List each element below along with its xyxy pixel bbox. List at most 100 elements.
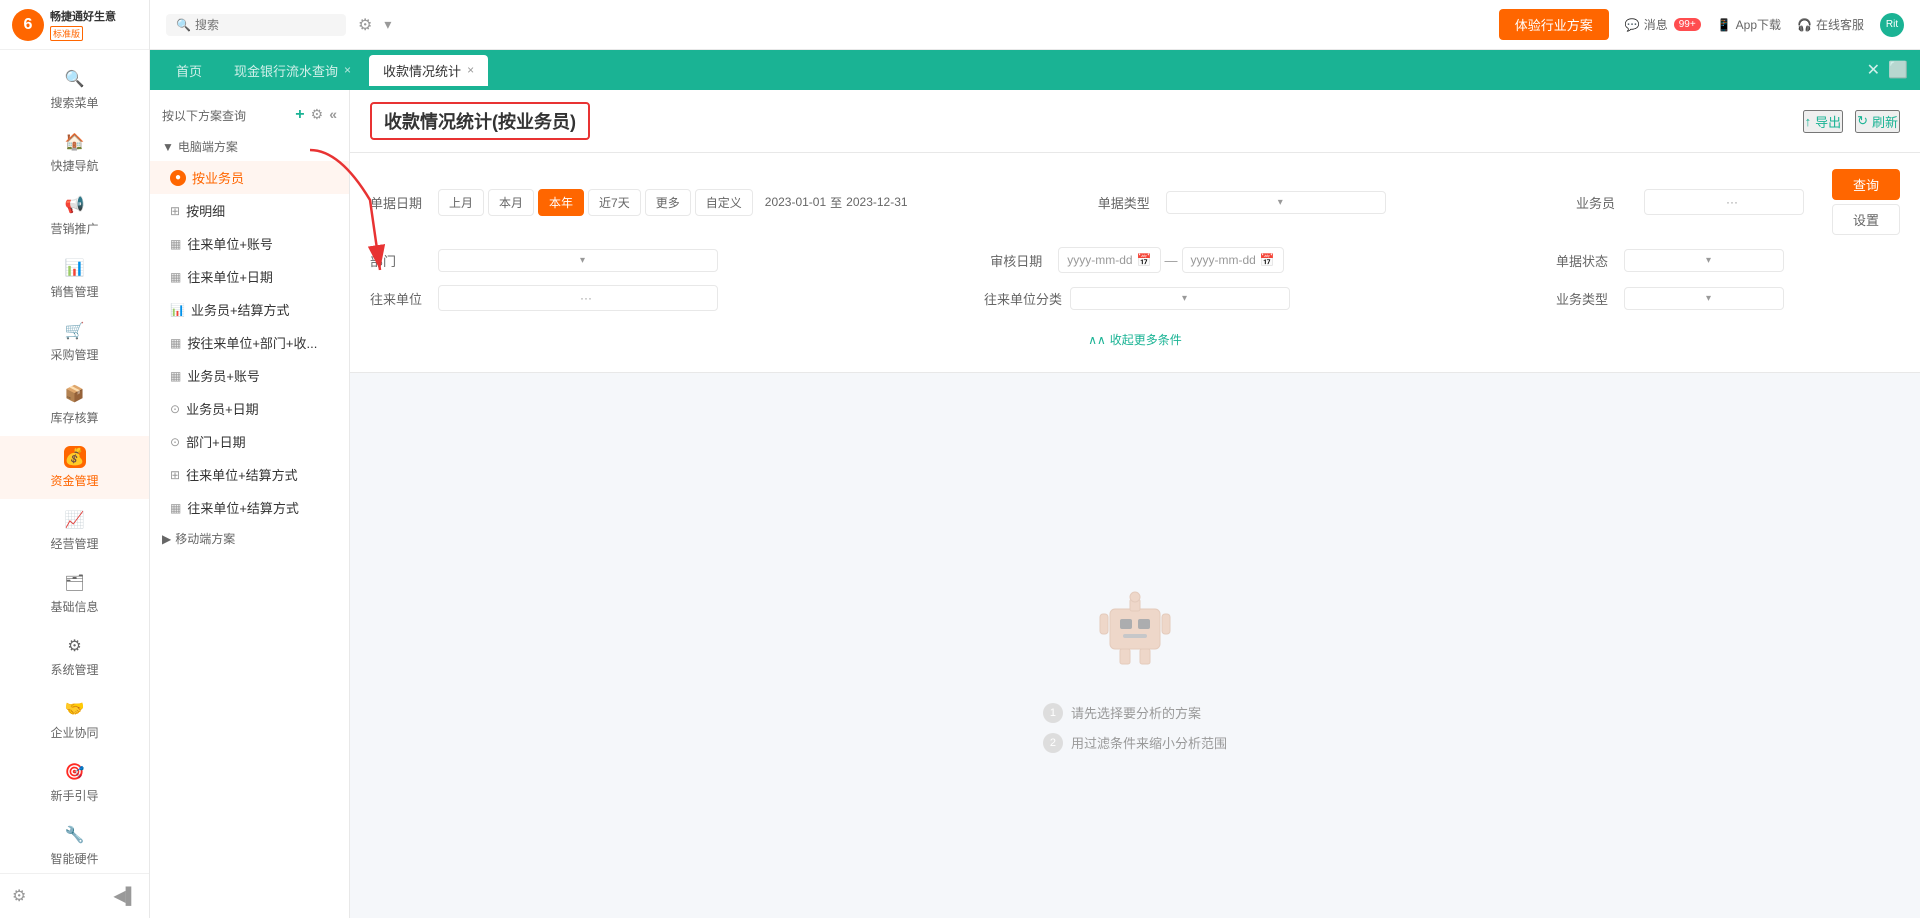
sidebar-item-newguide[interactable]: 🎯 新手引导 bbox=[0, 751, 149, 814]
collapse-icon: ∧∧ bbox=[1088, 333, 1106, 347]
settings-btn[interactable]: 设置 bbox=[1832, 204, 1900, 235]
tree-item-by-detail[interactable]: ⊞ 按明细 bbox=[150, 194, 349, 227]
biz-type-arrow: ▾ bbox=[1706, 293, 1773, 304]
review-start-input[interactable]: yyyy-mm-dd 📅 bbox=[1058, 247, 1160, 273]
date-range-display: 2023-01-01 至 2023-12-31 bbox=[765, 194, 908, 211]
messages-btn[interactable]: 💬 消息 99+ bbox=[1625, 16, 1701, 33]
date-btn-last-month[interactable]: 上月 bbox=[438, 189, 484, 216]
sidebar-item-operations[interactable]: 📈 经营管理 bbox=[0, 499, 149, 562]
sidebar-collapse-icon[interactable]: ◀▌ bbox=[113, 886, 137, 906]
window-maximize-btn[interactable]: ⬜ bbox=[1888, 60, 1908, 80]
panel-add-btn[interactable]: + bbox=[295, 106, 304, 124]
tree-section-desktop[interactable]: ▼ 电脑端方案 bbox=[150, 132, 349, 161]
empty-hint-1: 1 请先选择要分析的方案 bbox=[1043, 703, 1227, 723]
tree-item-by-staff[interactable]: ● 按业务员 bbox=[150, 161, 349, 194]
left-panel: 按以下方案查询 + ⚙ « ▼ 电脑端方案 ● 按业务员 ⊞ 按明细 bbox=[150, 90, 350, 918]
partner-category-arrow: ▾ bbox=[1182, 293, 1279, 304]
tree-item-partner-settlement2[interactable]: ▦ 往来单位+结算方式 bbox=[150, 491, 349, 524]
tab-receipts-close[interactable]: × bbox=[467, 63, 474, 77]
staff-select[interactable]: ··· bbox=[1644, 189, 1804, 215]
sidebar-item-sales[interactable]: 📊 销售管理 bbox=[0, 247, 149, 310]
tab-receipts[interactable]: 收款情况统计 × bbox=[369, 55, 488, 86]
app-download-btn[interactable]: 📱 App下载 bbox=[1717, 16, 1781, 33]
sidebar-item-hardware[interactable]: 🔧 智能硬件 bbox=[0, 814, 149, 873]
export-btn[interactable]: ↑ 导出 bbox=[1803, 110, 1844, 133]
tree-item-label: 往来单位+结算方式 bbox=[186, 465, 298, 484]
tree-item-staff-account[interactable]: ▦ 业务员+账号 bbox=[150, 359, 349, 392]
sidebar-item-basic[interactable]: 🗂 基础信息 bbox=[0, 562, 149, 625]
tree-item-partner-account[interactable]: ▦ 往来单位+账号 bbox=[150, 227, 349, 260]
tree-item-dept-date[interactable]: ⊙ 部门+日期 bbox=[150, 425, 349, 458]
bill-type-select[interactable]: ▾ bbox=[1166, 191, 1386, 214]
tab-bankflow-close[interactable]: × bbox=[344, 63, 351, 77]
biz-type-select[interactable]: ▾ bbox=[1624, 287, 1784, 310]
date-start: 2023-01-01 bbox=[765, 195, 826, 209]
sidebar-item-marketing[interactable]: 📢 营销推广 bbox=[0, 184, 149, 247]
date-btn-last7days[interactable]: 近7天 bbox=[588, 189, 641, 216]
panel-settings-btn[interactable]: ⚙ bbox=[311, 106, 324, 124]
support-label: 在线客服 bbox=[1816, 16, 1864, 33]
solution-btn[interactable]: 体验行业方案 bbox=[1499, 9, 1609, 40]
tree-item-partner-dept[interactable]: ▦ 按往来单位+部门+收... bbox=[150, 326, 349, 359]
review-end-placeholder: yyyy-mm-dd bbox=[1191, 253, 1256, 267]
tree-section-mobile[interactable]: ▶ 移动端方案 bbox=[150, 524, 349, 553]
review-date-range: yyyy-mm-dd 📅 — yyyy-mm-dd 📅 bbox=[1058, 247, 1284, 273]
basic-icon: 🗂 bbox=[64, 572, 86, 594]
window-close-btn[interactable]: ✕ bbox=[1867, 60, 1880, 80]
tree-item-icon: ▦ bbox=[170, 336, 181, 350]
dept-select[interactable]: ▾ bbox=[438, 249, 718, 272]
tree-item-icon: ⊞ bbox=[170, 204, 180, 218]
tree-item-icon: ▦ bbox=[170, 270, 181, 284]
export-icon: ↑ bbox=[1805, 114, 1812, 129]
bill-status-select[interactable]: ▾ bbox=[1624, 249, 1784, 272]
tree-item-partner-date[interactable]: ▦ 往来单位+日期 bbox=[150, 260, 349, 293]
sidebar-item-label: 智能硬件 bbox=[50, 850, 98, 867]
query-btn[interactable]: 查询 bbox=[1832, 169, 1900, 200]
topbar-settings-icon[interactable]: ⚙ bbox=[358, 15, 372, 35]
page-title-box: 收款情况统计(按业务员) bbox=[370, 102, 590, 140]
search-input[interactable] bbox=[195, 18, 335, 32]
tree-item-staff-date[interactable]: ⊙ 业务员+日期 bbox=[150, 392, 349, 425]
sidebar-item-quicknav[interactable]: 🏠 快捷导航 bbox=[0, 121, 149, 184]
search-box[interactable]: 🔍 bbox=[166, 14, 346, 36]
sidebar-item-label: 营销推广 bbox=[50, 220, 98, 237]
sidebar-item-search[interactable]: 🔍 搜索菜单 bbox=[0, 58, 149, 121]
tab-home[interactable]: 首页 bbox=[162, 55, 216, 86]
staff-dots-btn[interactable]: ··· bbox=[1720, 195, 1793, 209]
date-btn-this-month[interactable]: 本月 bbox=[488, 189, 534, 216]
online-support-btn[interactable]: 🎧 在线客服 bbox=[1797, 16, 1864, 33]
partner-label: 往来单位 bbox=[370, 289, 430, 308]
sidebar-item-inventory[interactable]: 📦 库存核算 bbox=[0, 373, 149, 436]
tree-section-label: 电脑端方案 bbox=[178, 138, 238, 155]
date-separator: 至 bbox=[830, 194, 842, 211]
system-icon: ⚙ bbox=[64, 635, 86, 657]
tree-item-icon: ⊙ bbox=[170, 402, 180, 416]
sidebar-item-purchase[interactable]: 🛒 采购管理 bbox=[0, 310, 149, 373]
robot-icon bbox=[1085, 579, 1185, 679]
search-icon: 🔍 bbox=[176, 18, 191, 32]
date-btn-this-year[interactable]: 本年 bbox=[538, 189, 584, 216]
sidebar-item-system[interactable]: ⚙ 系统管理 bbox=[0, 625, 149, 688]
sidebar-settings-icon[interactable]: ⚙ bbox=[12, 886, 26, 906]
date-btn-more[interactable]: 更多 bbox=[645, 189, 691, 216]
logo-icon: 6 bbox=[12, 9, 44, 41]
partner-dots-btn[interactable]: ··· bbox=[574, 291, 707, 305]
filter-row-1: 单据日期 上月 本月 本年 近7天 更多 自定义 2023-01-01 至 bbox=[370, 169, 1900, 235]
inventory-icon: 📦 bbox=[64, 383, 86, 405]
collapse-btn[interactable]: ∧∧ 收起更多条件 bbox=[370, 323, 1900, 356]
sidebar-item-enterprise[interactable]: 🤝 企业协同 bbox=[0, 688, 149, 751]
tree-item-partner-settlement1[interactable]: ⊞ 往来单位+结算方式 bbox=[150, 458, 349, 491]
partner-select[interactable]: ··· bbox=[438, 285, 718, 311]
sidebar-item-finance[interactable]: 💰 资金管理 bbox=[0, 436, 149, 499]
tab-bankflow[interactable]: 现金银行流水查询 × bbox=[220, 55, 365, 86]
partner-category-select[interactable]: ▾ bbox=[1070, 287, 1290, 310]
topbar-dropdown-icon[interactable]: ▾ bbox=[384, 16, 391, 33]
bill-type-label: 单据类型 bbox=[1098, 193, 1158, 212]
date-btn-custom[interactable]: 自定义 bbox=[695, 189, 753, 216]
refresh-btn[interactable]: ↻ 刷新 bbox=[1855, 110, 1900, 133]
support-icon: 🎧 bbox=[1797, 18, 1812, 32]
user-profile[interactable]: Rit bbox=[1880, 13, 1904, 37]
panel-collapse-btn[interactable]: « bbox=[329, 106, 337, 124]
review-end-input[interactable]: yyyy-mm-dd 📅 bbox=[1182, 247, 1284, 273]
tree-item-staff-settlement[interactable]: 📊 业务员+结算方式 bbox=[150, 293, 349, 326]
